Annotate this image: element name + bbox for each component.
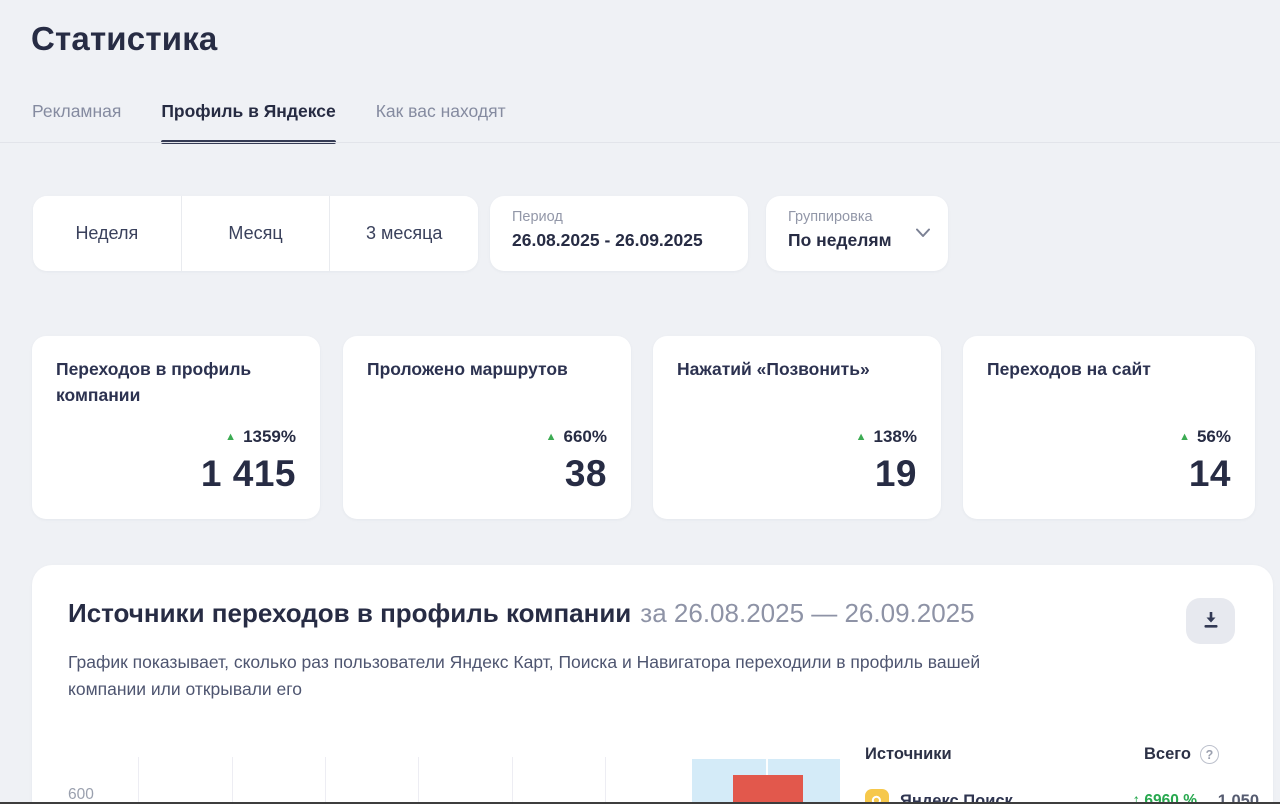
delta-value: 660% — [563, 427, 607, 446]
legend-header: Источники Всего ? — [865, 745, 1259, 764]
date-range-segmented-control: Неделя Месяц 3 месяца — [33, 196, 478, 271]
header-divider — [0, 142, 1280, 143]
delta-value: 56% — [1196, 427, 1231, 446]
chart-highlight-band — [692, 759, 840, 804]
delta-up-icon: ▲ — [545, 430, 557, 443]
delta-up-icon: ▲ — [855, 430, 867, 443]
stat-value: 1 415 — [200, 453, 296, 494]
stat-card-routes: Проложено маршрутов ▲ 660% 38 — [343, 336, 631, 519]
help-icon[interactable]: ? — [1200, 745, 1219, 764]
stat-title: Проложено маршрутов — [367, 359, 568, 379]
stat-title: Нажатий «Позвонить» — [677, 359, 870, 379]
grouping-value: По неделям — [788, 230, 892, 250]
stat-title: Переходов на сайт — [987, 359, 1151, 379]
chart-gridlines — [32, 757, 692, 804]
page-title: Статистика — [31, 20, 218, 57]
period-selector[interactable]: Период 26.08.2025 - 26.09.2025 — [490, 196, 748, 271]
delta-value: 1359% — [243, 427, 296, 446]
legend-sources-header: Источники — [865, 745, 952, 763]
delta-up-icon: ▲ — [1179, 430, 1190, 443]
download-button[interactable] — [1186, 598, 1235, 644]
download-icon — [1201, 610, 1221, 633]
range-week-button[interactable]: Неделя — [33, 196, 182, 271]
stat-delta: ▲ 1359% — [225, 427, 296, 447]
tab-advertising[interactable]: Рекламная — [32, 101, 121, 144]
stat-card-profile-visits: Переходов в профиль компании ▲ 1359% 1 4… — [32, 336, 320, 519]
delta-up-icon: ▲ — [225, 430, 237, 443]
period-label: Период — [512, 209, 563, 225]
stat-card-calls: Нажатий «Позвонить» ▲ 138% 19 — [653, 336, 941, 519]
tab-yandex-profile[interactable]: Профиль в Яндексе — [161, 101, 337, 144]
sources-chart-card: Источники переходов в профиль компании за… — [32, 565, 1273, 804]
chart-title-main: Источники переходов в профиль компании — [68, 598, 632, 628]
stat-value: 19 — [874, 453, 917, 494]
stat-value: 38 — [564, 453, 607, 494]
chart-title-period: за 26.08.2025 — 26.09.2025 — [640, 598, 975, 628]
tab-how-found[interactable]: Как вас находят — [376, 101, 506, 144]
grouping-dropdown[interactable]: Группировка По неделям — [766, 196, 948, 271]
chart-title: Источники переходов в профиль компании за… — [68, 598, 975, 629]
legend-total-header: Всего — [1143, 745, 1191, 763]
tab-bar: Рекламная Профиль в Яндексе Как вас нахо… — [32, 101, 506, 144]
chart-legend: Источники Всего ? Яндекс Поиск ↑ 6960 % … — [865, 745, 1259, 804]
bar-yandex-search[interactable] — [733, 775, 803, 804]
grouping-label: Группировка — [788, 209, 873, 225]
range-month-button[interactable]: Месяц — [181, 196, 331, 271]
stat-delta: ▲ 138% — [856, 427, 917, 447]
chevron-down-icon — [916, 228, 930, 238]
stat-card-site-visits: Переходов на сайт ▲ 56% 14 — [963, 336, 1255, 519]
stat-delta: ▲ 56% — [1179, 427, 1231, 447]
stat-title: Переходов в профиль компании — [56, 359, 252, 405]
stat-delta: ▲ 660% — [546, 427, 607, 447]
range-3months-button[interactable]: 3 месяца — [330, 196, 478, 271]
period-value: 26.08.2025 - 26.09.2025 — [512, 230, 703, 250]
chart-description: График показывает, сколько раз пользоват… — [68, 652, 981, 699]
delta-value: 138% — [873, 427, 917, 446]
stat-value: 14 — [1188, 453, 1231, 494]
